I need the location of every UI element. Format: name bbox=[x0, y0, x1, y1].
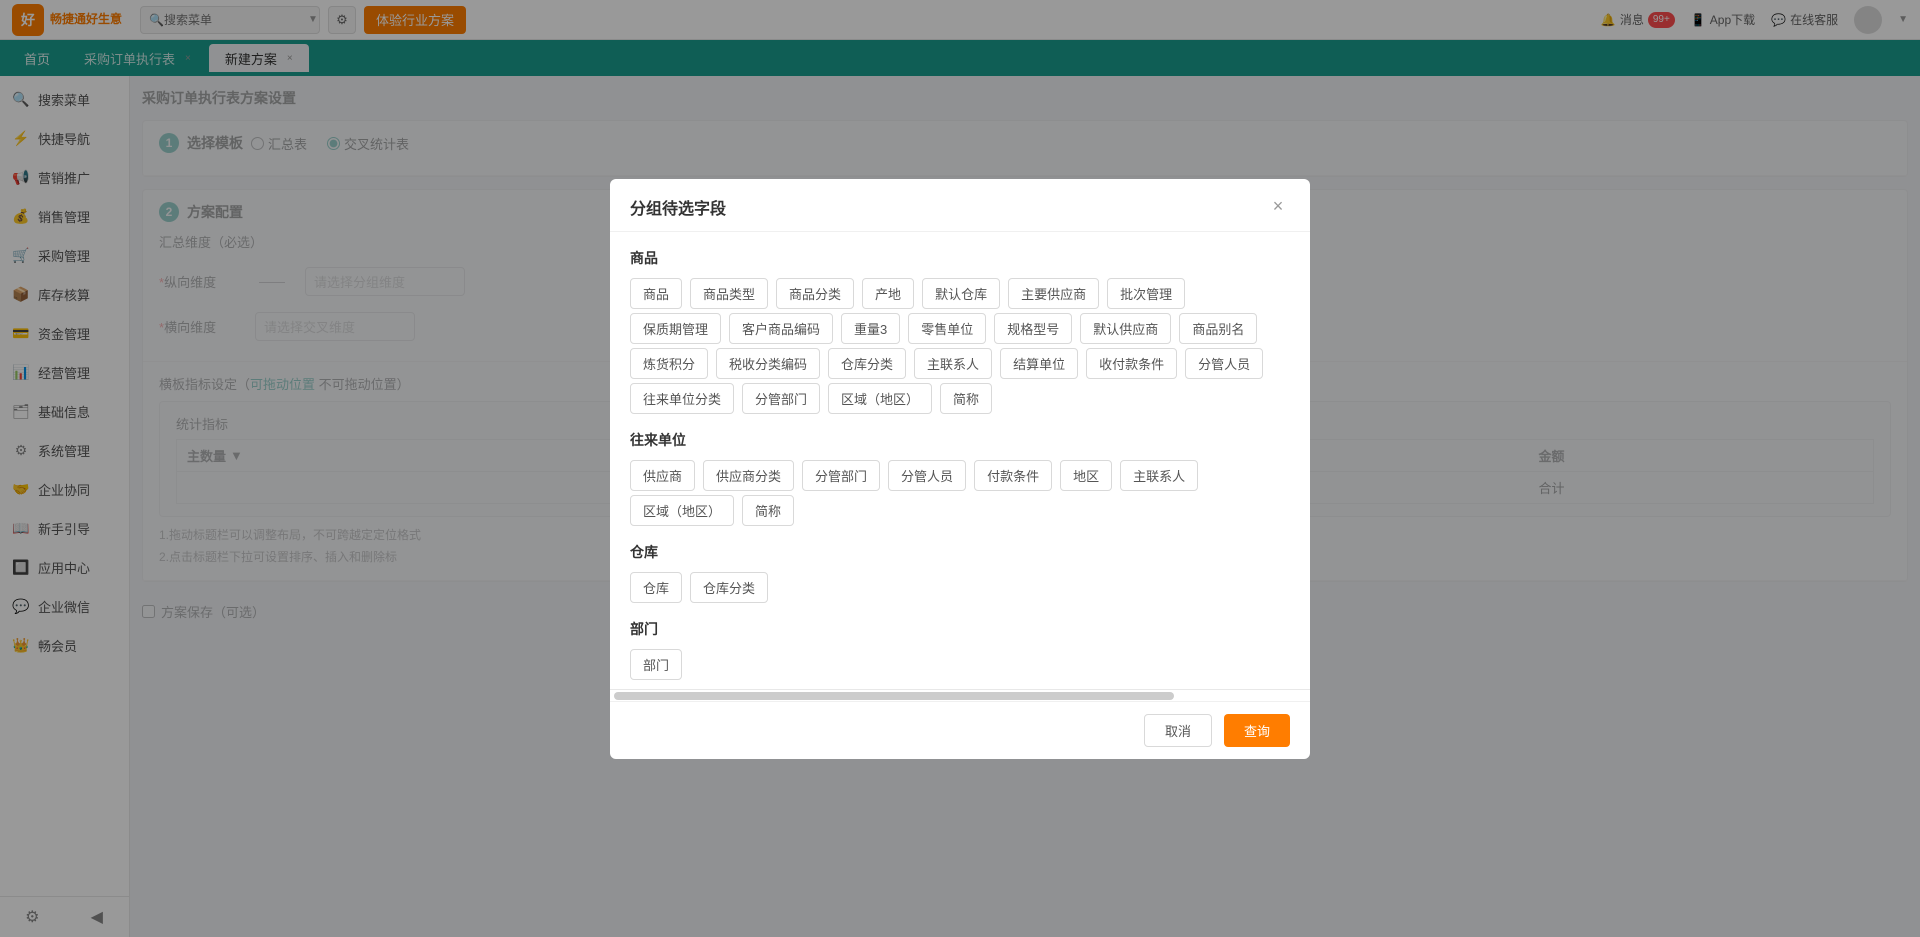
field-tag[interactable]: 分管部门 bbox=[802, 460, 880, 491]
modal-header: 分组待选字段 × bbox=[610, 179, 1310, 232]
field-tag[interactable]: 供应商 bbox=[630, 460, 695, 491]
field-tag[interactable]: 分管人员 bbox=[1185, 348, 1263, 379]
field-tag[interactable]: 商品类型 bbox=[690, 278, 768, 309]
field-tag[interactable]: 税收分类编码 bbox=[716, 348, 820, 379]
field-tag[interactable]: 规格型号 bbox=[994, 313, 1072, 344]
group-title-partner: 往来单位 bbox=[630, 430, 1290, 450]
field-tags-goods-3: 炼货积分 税收分类编码 仓库分类 主联系人 结算单位 收付款条件 分管人员 bbox=[630, 348, 1290, 379]
field-tag[interactable]: 分管部门 bbox=[742, 383, 820, 414]
field-tag[interactable]: 往来单位分类 bbox=[630, 383, 734, 414]
group-title-dept: 部门 bbox=[630, 619, 1290, 639]
field-tag[interactable]: 地区 bbox=[1060, 460, 1112, 491]
modal-close-button[interactable]: × bbox=[1266, 195, 1290, 219]
cancel-button[interactable]: 取消 bbox=[1144, 714, 1212, 747]
field-tag[interactable]: 重量3 bbox=[841, 313, 900, 344]
modal-horizontal-scrollbar[interactable] bbox=[610, 689, 1310, 701]
confirm-button[interactable]: 查询 bbox=[1224, 714, 1290, 747]
field-tag[interactable]: 客户商品编码 bbox=[729, 313, 833, 344]
field-tags-partner: 供应商 供应商分类 分管部门 分管人员 付款条件 地区 主联系人 bbox=[630, 460, 1290, 491]
group-title-goods: 商品 bbox=[630, 248, 1290, 268]
field-tag[interactable]: 默认供应商 bbox=[1080, 313, 1171, 344]
modal-body[interactable]: 商品 商品 商品类型 商品分类 产地 默认仓库 主要供应商 批次管理 保质期管理… bbox=[610, 232, 1310, 689]
field-tag[interactable]: 仓库分类 bbox=[828, 348, 906, 379]
field-tag[interactable]: 批次管理 bbox=[1107, 278, 1185, 309]
field-tags-dept: 部门 bbox=[630, 649, 1290, 680]
field-tag[interactable]: 炼货积分 bbox=[630, 348, 708, 379]
field-tag[interactable]: 商品 bbox=[630, 278, 682, 309]
field-select-modal: 分组待选字段 × 商品 商品 商品类型 商品分类 产地 默认仓库 主要供应商 批… bbox=[610, 179, 1310, 759]
field-tag[interactable]: 区域（地区） bbox=[630, 495, 734, 526]
field-tag[interactable]: 供应商分类 bbox=[703, 460, 794, 491]
field-tags-goods-2: 保质期管理 客户商品编码 重量3 零售单位 规格型号 默认供应商 商品别名 bbox=[630, 313, 1290, 344]
modal-overlay: 分组待选字段 × 商品 商品 商品类型 商品分类 产地 默认仓库 主要供应商 批… bbox=[0, 0, 1920, 937]
field-tag[interactable]: 结算单位 bbox=[1000, 348, 1078, 379]
field-tags-goods: 商品 商品类型 商品分类 产地 默认仓库 主要供应商 批次管理 bbox=[630, 278, 1290, 309]
field-tag[interactable]: 主联系人 bbox=[1120, 460, 1198, 491]
field-tag[interactable]: 商品别名 bbox=[1179, 313, 1257, 344]
field-tag[interactable]: 分管人员 bbox=[888, 460, 966, 491]
field-tags-partner-2: 区域（地区） 简称 bbox=[630, 495, 1290, 526]
field-tag[interactable]: 付款条件 bbox=[974, 460, 1052, 491]
modal-title: 分组待选字段 bbox=[630, 195, 726, 219]
field-tag[interactable]: 默认仓库 bbox=[922, 278, 1000, 309]
field-tag[interactable]: 零售单位 bbox=[908, 313, 986, 344]
field-tags-goods-4: 往来单位分类 分管部门 区域（地区） 简称 bbox=[630, 383, 1290, 414]
field-tags-warehouse: 仓库 仓库分类 bbox=[630, 572, 1290, 603]
scrollbar-thumb bbox=[614, 692, 1174, 700]
field-tag[interactable]: 部门 bbox=[630, 649, 682, 680]
field-tag[interactable]: 商品分类 bbox=[776, 278, 854, 309]
field-tag[interactable]: 保质期管理 bbox=[630, 313, 721, 344]
field-tag[interactable]: 简称 bbox=[742, 495, 794, 526]
field-tag[interactable]: 简称 bbox=[940, 383, 992, 414]
group-title-warehouse: 仓库 bbox=[630, 542, 1290, 562]
field-tag[interactable]: 主要供应商 bbox=[1008, 278, 1099, 309]
field-tag[interactable]: 产地 bbox=[862, 278, 914, 309]
field-tag[interactable]: 仓库 bbox=[630, 572, 682, 603]
modal-footer: 取消 查询 bbox=[610, 701, 1310, 759]
field-tag[interactable]: 仓库分类 bbox=[690, 572, 768, 603]
field-tag[interactable]: 主联系人 bbox=[914, 348, 992, 379]
field-tag[interactable]: 收付款条件 bbox=[1086, 348, 1177, 379]
field-tag[interactable]: 区域（地区） bbox=[828, 383, 932, 414]
